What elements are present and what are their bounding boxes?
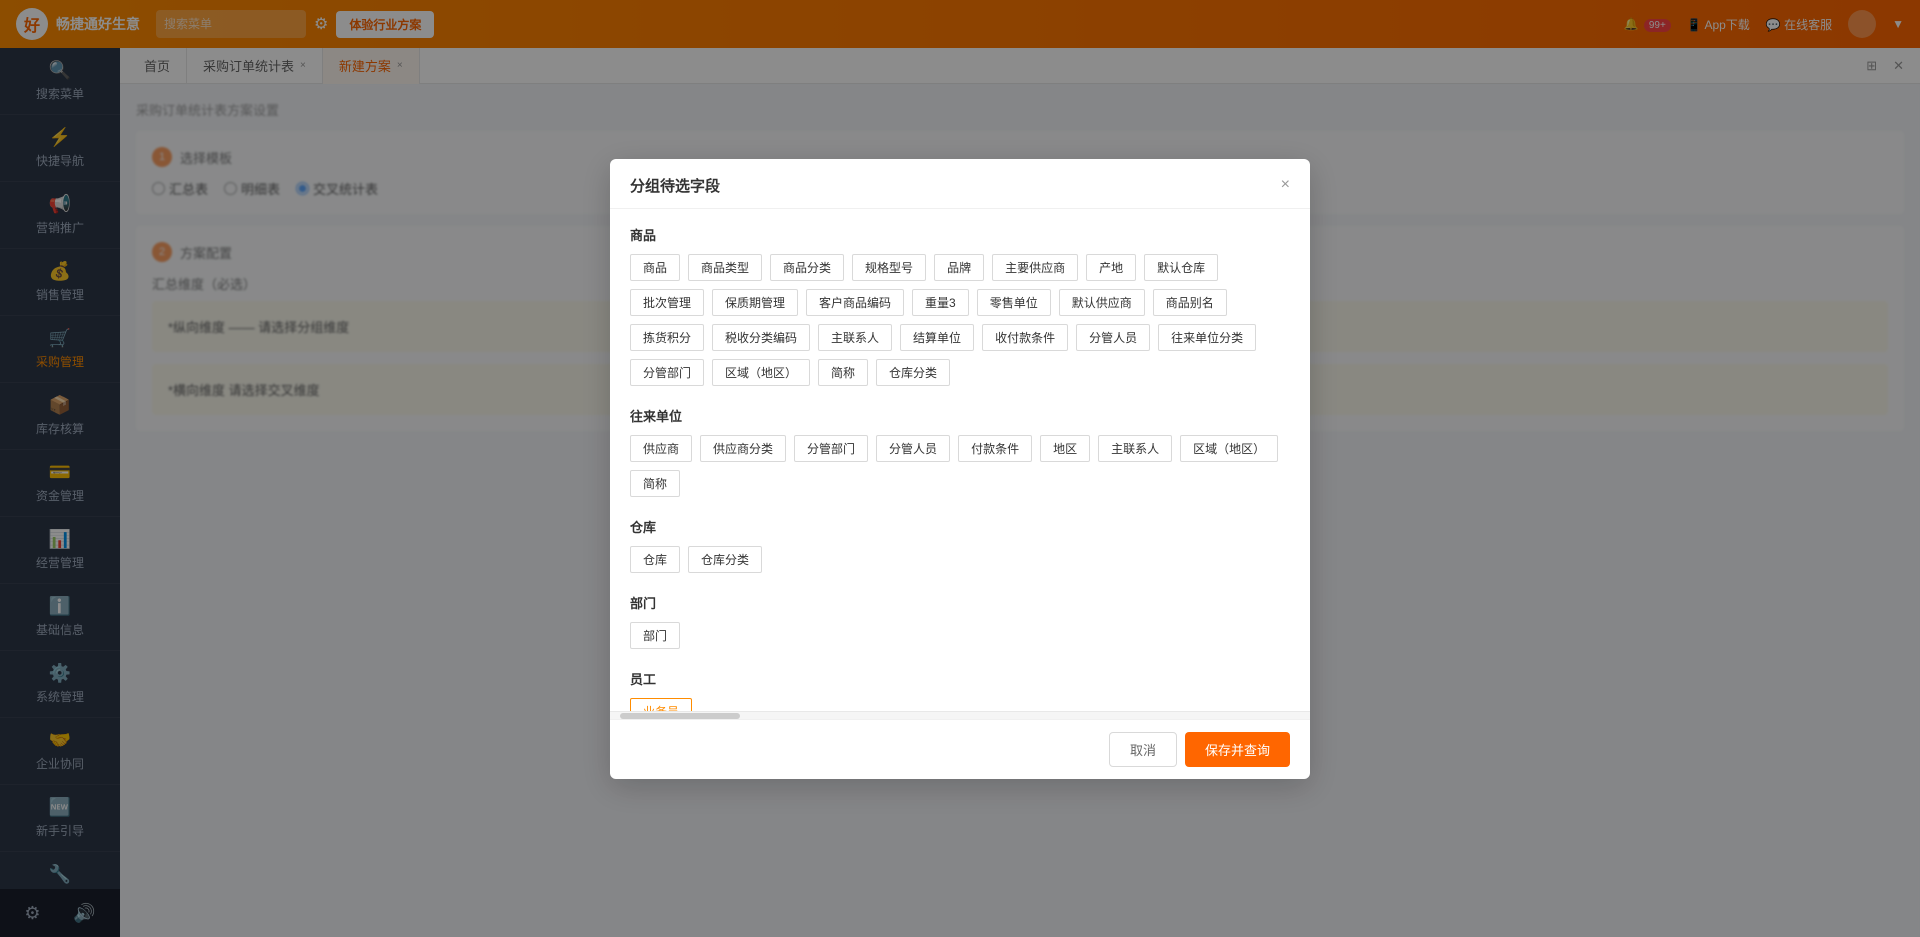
tag-shelf-life[interactable]: 保质期管理 (712, 289, 798, 316)
tag-cp-short-name[interactable]: 简称 (630, 470, 680, 497)
section-counterpart-tags: 供应商 供应商分类 分管部门 分管人员 付款条件 地区 主联系人 区域（地区） … (630, 435, 1290, 497)
tag-customer-goods-code[interactable]: 客户商品编码 (806, 289, 904, 316)
tag-supplier-category[interactable]: 供应商分类 (700, 435, 786, 462)
tag-salesperson[interactable]: 业务员 (630, 698, 692, 711)
tag-goods-alias[interactable]: 商品别名 (1153, 289, 1227, 316)
section-dept: 部门 部门 (630, 593, 1290, 649)
tag-cp-managing-dept[interactable]: 分管部门 (794, 435, 868, 462)
tag-counterpart-category[interactable]: 往来单位分类 (1158, 324, 1256, 351)
dialog-close-button[interactable]: × (1281, 177, 1290, 193)
tag-payment-terms[interactable]: 收付款条件 (982, 324, 1068, 351)
section-goods-tags: 商品 商品类型 商品分类 规格型号 品牌 主要供应商 产地 默认仓库 批次管理 … (630, 254, 1290, 386)
tag-default-warehouse[interactable]: 默认仓库 (1144, 254, 1218, 281)
tag-goods[interactable]: 商品 (630, 254, 680, 281)
tag-managing-dept[interactable]: 分管部门 (630, 359, 704, 386)
dialog-title: 分组待选字段 (630, 175, 720, 196)
tag-origin[interactable]: 产地 (1086, 254, 1136, 281)
tag-settlement-unit[interactable]: 结算单位 (900, 324, 974, 351)
dialog-hscrollbar[interactable] (610, 711, 1310, 719)
cancel-button[interactable]: 取消 (1109, 732, 1177, 767)
dialog-header: 分组待选字段 × (610, 159, 1310, 209)
tag-tax-code[interactable]: 税收分类编码 (712, 324, 810, 351)
tag-cp-main-contact[interactable]: 主联系人 (1098, 435, 1172, 462)
tag-spec-model[interactable]: 规格型号 (852, 254, 926, 281)
section-warehouse: 仓库 仓库 仓库分类 (630, 517, 1290, 573)
tag-warehouse[interactable]: 仓库 (630, 546, 680, 573)
tag-main-contact[interactable]: 主联系人 (818, 324, 892, 351)
tag-default-supplier[interactable]: 默认供应商 (1059, 289, 1145, 316)
section-counterpart: 往来单位 供应商 供应商分类 分管部门 分管人员 付款条件 地区 主联系人 区域… (630, 406, 1290, 497)
tag-warehouse-cat[interactable]: 仓库分类 (688, 546, 762, 573)
tag-main-supplier[interactable]: 主要供应商 (992, 254, 1078, 281)
tag-supplier[interactable]: 供应商 (630, 435, 692, 462)
dialog-body[interactable]: 商品 商品 商品类型 商品分类 规格型号 品牌 主要供应商 产地 默认仓库 批次… (610, 209, 1310, 711)
tag-short-name[interactable]: 简称 (818, 359, 868, 386)
tag-cp-payment-terms[interactable]: 付款条件 (958, 435, 1032, 462)
section-counterpart-title: 往来单位 (630, 406, 1290, 425)
tag-goods-category[interactable]: 商品分类 (770, 254, 844, 281)
tag-brand[interactable]: 品牌 (934, 254, 984, 281)
section-warehouse-tags: 仓库 仓库分类 (630, 546, 1290, 573)
tag-manager[interactable]: 分管人员 (1076, 324, 1150, 351)
section-staff-title: 员工 (630, 669, 1290, 688)
tag-cp-area[interactable]: 区域（地区） (1180, 435, 1278, 462)
tag-warehouse-category[interactable]: 仓库分类 (876, 359, 950, 386)
section-staff-tags: 业务员 (630, 698, 1290, 711)
tag-weight3[interactable]: 重量3 (912, 289, 969, 316)
section-goods: 商品 商品 商品类型 商品分类 规格型号 品牌 主要供应商 产地 默认仓库 批次… (630, 225, 1290, 386)
tag-cp-region[interactable]: 地区 (1040, 435, 1090, 462)
confirm-button[interactable]: 保存并查询 (1185, 732, 1290, 767)
tag-pick-points[interactable]: 拣货积分 (630, 324, 704, 351)
dialog-hscrollbar-thumb[interactable] (620, 713, 740, 719)
tag-batch-management[interactable]: 批次管理 (630, 289, 704, 316)
section-dept-title: 部门 (630, 593, 1290, 612)
tag-cp-manager[interactable]: 分管人员 (876, 435, 950, 462)
section-dept-tags: 部门 (630, 622, 1290, 649)
tag-region[interactable]: 区域（地区） (712, 359, 810, 386)
overlay: 分组待选字段 × 商品 商品 商品类型 商品分类 规格型号 品牌 主要供应商 产… (0, 0, 1920, 937)
tag-dept[interactable]: 部门 (630, 622, 680, 649)
tag-goods-type[interactable]: 商品类型 (688, 254, 762, 281)
dialog-footer: 取消 保存并查询 (610, 719, 1310, 779)
section-goods-title: 商品 (630, 225, 1290, 244)
dialog: 分组待选字段 × 商品 商品 商品类型 商品分类 规格型号 品牌 主要供应商 产… (610, 159, 1310, 779)
section-warehouse-title: 仓库 (630, 517, 1290, 536)
tag-retail-unit[interactable]: 零售单位 (977, 289, 1051, 316)
section-staff: 员工 业务员 (630, 669, 1290, 711)
